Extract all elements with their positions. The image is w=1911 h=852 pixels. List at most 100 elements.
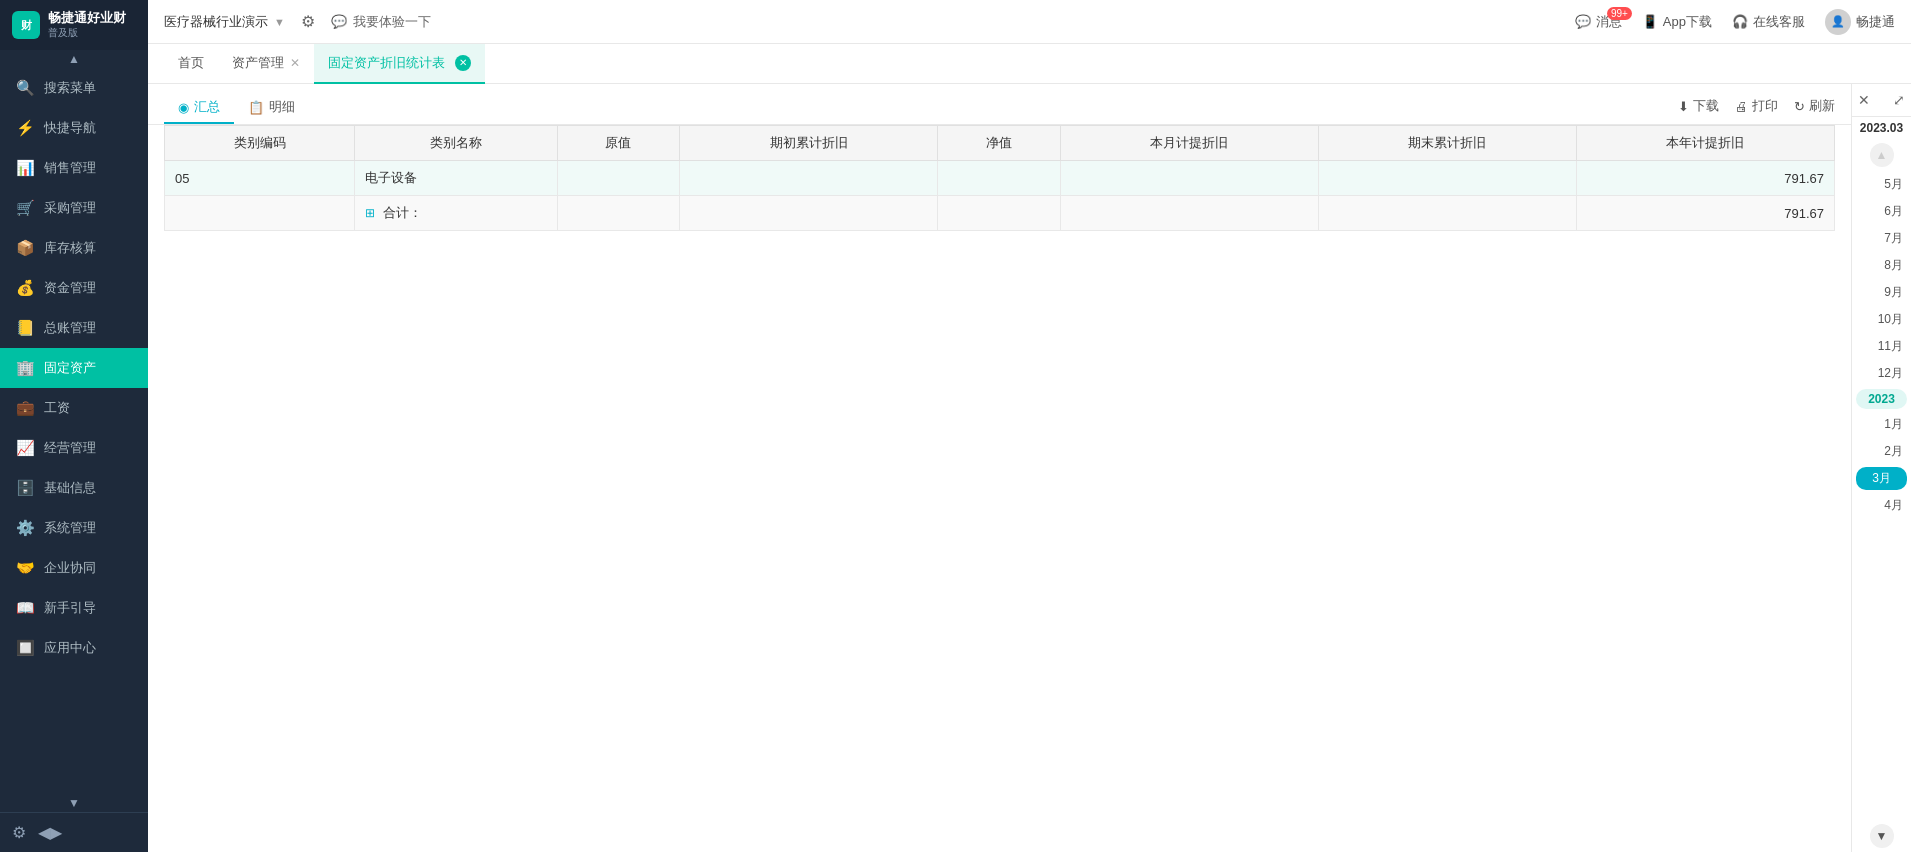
topbar-right: 💬 消息 99+ 📱 App下载 🎧 在线客服 👤 畅捷通	[1575, 9, 1895, 35]
sidebar-item-sales[interactable]: 📊 销售管理	[0, 148, 148, 188]
col-annual-dep: 本年计提折旧	[1576, 126, 1834, 161]
month-item-11[interactable]: 11月	[1852, 333, 1911, 360]
sidebar-label-finance: 资金管理	[44, 279, 96, 297]
col-name: 类别名称	[355, 126, 557, 161]
user-icon: 👤	[1831, 15, 1845, 28]
month-2023-4[interactable]: 4月	[1852, 492, 1911, 519]
month-prev-btn[interactable]: ▲	[1870, 143, 1894, 167]
sidebar-label-basic: 基础信息	[44, 479, 96, 497]
sidebar-item-ledger[interactable]: 📒 总账管理	[0, 308, 148, 348]
refresh-icon: ↻	[1794, 99, 1805, 114]
month-item-6[interactable]: 6月	[1852, 198, 1911, 225]
content-main: ◉ 汇总 📋 明细 ⬇ 下载 🖨 打印	[148, 84, 1851, 852]
col-net-value: 净值	[938, 126, 1061, 161]
basic-icon: 🗄️	[16, 479, 34, 497]
month-item-10[interactable]: 10月	[1852, 306, 1911, 333]
app-download-icon: 📱	[1642, 14, 1658, 29]
finance-icon: 💰	[16, 279, 34, 297]
cell-code: 05	[165, 161, 355, 196]
customer-service-icon: 🎧	[1732, 14, 1748, 29]
app-download-btn[interactable]: 📱 App下载	[1642, 13, 1712, 31]
month-item-8[interactable]: 8月	[1852, 252, 1911, 279]
sidebar-item-inventory[interactable]: 📦 库存核算	[0, 228, 148, 268]
sidebar-item-system[interactable]: ⚙️ 系统管理	[0, 508, 148, 548]
sidebar-logo: 财 畅捷通好业财 普及版	[0, 0, 148, 50]
user-profile-btn[interactable]: 👤 畅捷通	[1825, 9, 1895, 35]
month-item-5[interactable]: 5月	[1852, 171, 1911, 198]
sidebar-label-inventory: 库存核算	[44, 239, 96, 257]
year-2023-label: 2023	[1856, 389, 1907, 409]
sidebar-item-operations[interactable]: 📈 经营管理	[0, 428, 148, 468]
app-logo-text: 畅捷通好业财	[48, 10, 126, 26]
topbar-settings-icon[interactable]: ⚙	[301, 12, 315, 31]
tab-depreciation-report-close[interactable]: ✕	[455, 55, 471, 71]
tab-depreciation-report[interactable]: 固定资产折旧统计表 ✕	[314, 44, 485, 84]
experience-label: 我要体验一下	[353, 13, 431, 31]
sidebar-label-salary: 工资	[44, 399, 70, 417]
collapse-icon[interactable]: ◀▶	[38, 823, 62, 842]
quicknav-icon: ⚡	[16, 119, 34, 137]
refresh-btn[interactable]: ↻ 刷新	[1794, 97, 1835, 115]
operations-icon: 📈	[16, 439, 34, 457]
total-label: ⊞ 合计：	[355, 196, 557, 231]
table-wrapper: 类别编码 类别名称 原值 期初累计折旧 净值 本月计提折旧 期末累计折旧 本年计…	[148, 125, 1851, 852]
system-icon: ⚙️	[16, 519, 34, 537]
tab-asset-mgmt[interactable]: 资产管理 ✕	[218, 44, 314, 84]
month-item-12[interactable]: 12月	[1852, 360, 1911, 387]
notifications-btn[interactable]: 💬 消息 99+	[1575, 13, 1622, 31]
tab-home[interactable]: 首页	[164, 44, 218, 84]
table-row: 05 电子设备 791.67	[165, 161, 1835, 196]
tab-asset-mgmt-close[interactable]: ✕	[290, 56, 300, 70]
sidebar-item-purchase[interactable]: 🛒 采购管理	[0, 188, 148, 228]
print-icon: 🖨	[1735, 99, 1748, 114]
topbar: 医疗器械行业演示 ▼ ⚙ 💬 我要体验一下 💬 消息 99+ 📱 App下载 🎧…	[148, 0, 1911, 44]
sidebar-item-appstore[interactable]: 🔲 应用中心	[0, 628, 148, 668]
tab-depreciation-report-label: 固定资产折旧统计表	[328, 54, 445, 72]
scroll-up-icon[interactable]: ▲	[68, 52, 80, 66]
sidebar-item-fixedassets[interactable]: 🏢 固定资产	[0, 348, 148, 388]
notifications-badge: 99+	[1607, 7, 1632, 20]
download-btn[interactable]: ⬇ 下载	[1678, 97, 1719, 115]
sub-tab-detail[interactable]: 📋 明细	[234, 92, 309, 124]
sidebar-label-ledger: 总账管理	[44, 319, 96, 337]
sidebar: 财 畅捷通好业财 普及版 ▲ 🔍 搜索菜单 ⚡ 快捷导航 📊 销售管理 🛒 采购…	[0, 0, 148, 852]
print-btn[interactable]: 🖨 打印	[1735, 97, 1778, 115]
refresh-label: 刷新	[1809, 97, 1835, 115]
month-item-9[interactable]: 9月	[1852, 279, 1911, 306]
customer-service-btn[interactable]: 🎧 在线客服	[1732, 13, 1805, 31]
month-2023-3[interactable]: 3月	[1856, 467, 1907, 490]
company-dropdown-arrow: ▼	[274, 16, 285, 28]
sidebar-item-search[interactable]: 🔍 搜索菜单	[0, 68, 148, 108]
sidebar-item-quicknav[interactable]: ⚡ 快捷导航	[0, 108, 148, 148]
sub-tab-summary[interactable]: ◉ 汇总	[164, 92, 234, 124]
month-next-btn[interactable]: ▼	[1870, 824, 1894, 848]
panel-close-btn[interactable]: ✕	[1858, 92, 1870, 108]
sidebar-item-basic[interactable]: 🗄️ 基础信息	[0, 468, 148, 508]
user-label: 畅捷通	[1856, 13, 1895, 31]
company-selector[interactable]: 医疗器械行业演示 ▼	[164, 13, 285, 31]
sidebar-item-collab[interactable]: 🤝 企业协同	[0, 548, 148, 588]
topbar-experience[interactable]: 💬 我要体验一下	[331, 13, 431, 31]
sidebar-label-quicknav: 快捷导航	[44, 119, 96, 137]
notifications-icon: 💬	[1575, 14, 1591, 29]
search-icon: 🔍	[16, 79, 34, 97]
sidebar-item-guide[interactable]: 📖 新手引导	[0, 588, 148, 628]
settings-bottom-icon[interactable]: ⚙	[12, 823, 26, 842]
month-2023-2[interactable]: 2月	[1852, 438, 1911, 465]
guide-icon: 📖	[16, 599, 34, 617]
col-monthly-dep: 本月计提折旧	[1060, 126, 1318, 161]
sidebar-label-system: 系统管理	[44, 519, 96, 537]
cell-net-value	[938, 161, 1061, 196]
sidebar-item-finance[interactable]: 💰 资金管理	[0, 268, 148, 308]
appstore-icon: 🔲	[16, 639, 34, 657]
month-2023-1[interactable]: 1月	[1852, 411, 1911, 438]
month-item-7[interactable]: 7月	[1852, 225, 1911, 252]
sidebar-item-salary[interactable]: 💼 工资	[0, 388, 148, 428]
right-panel: ✕ ⤢ 2023.03 ▲ 5月 6月 7月 8月 9月 10月 11月 12月…	[1851, 84, 1911, 852]
panel-expand-btn[interactable]: ⤢	[1893, 92, 1905, 108]
sidebar-label-search: 搜索菜单	[44, 79, 96, 97]
app-download-label: App下载	[1663, 13, 1712, 31]
cell-annual-dep: 791.67	[1576, 161, 1834, 196]
sales-icon: 📊	[16, 159, 34, 177]
scroll-down-icon[interactable]: ▼	[68, 796, 80, 810]
